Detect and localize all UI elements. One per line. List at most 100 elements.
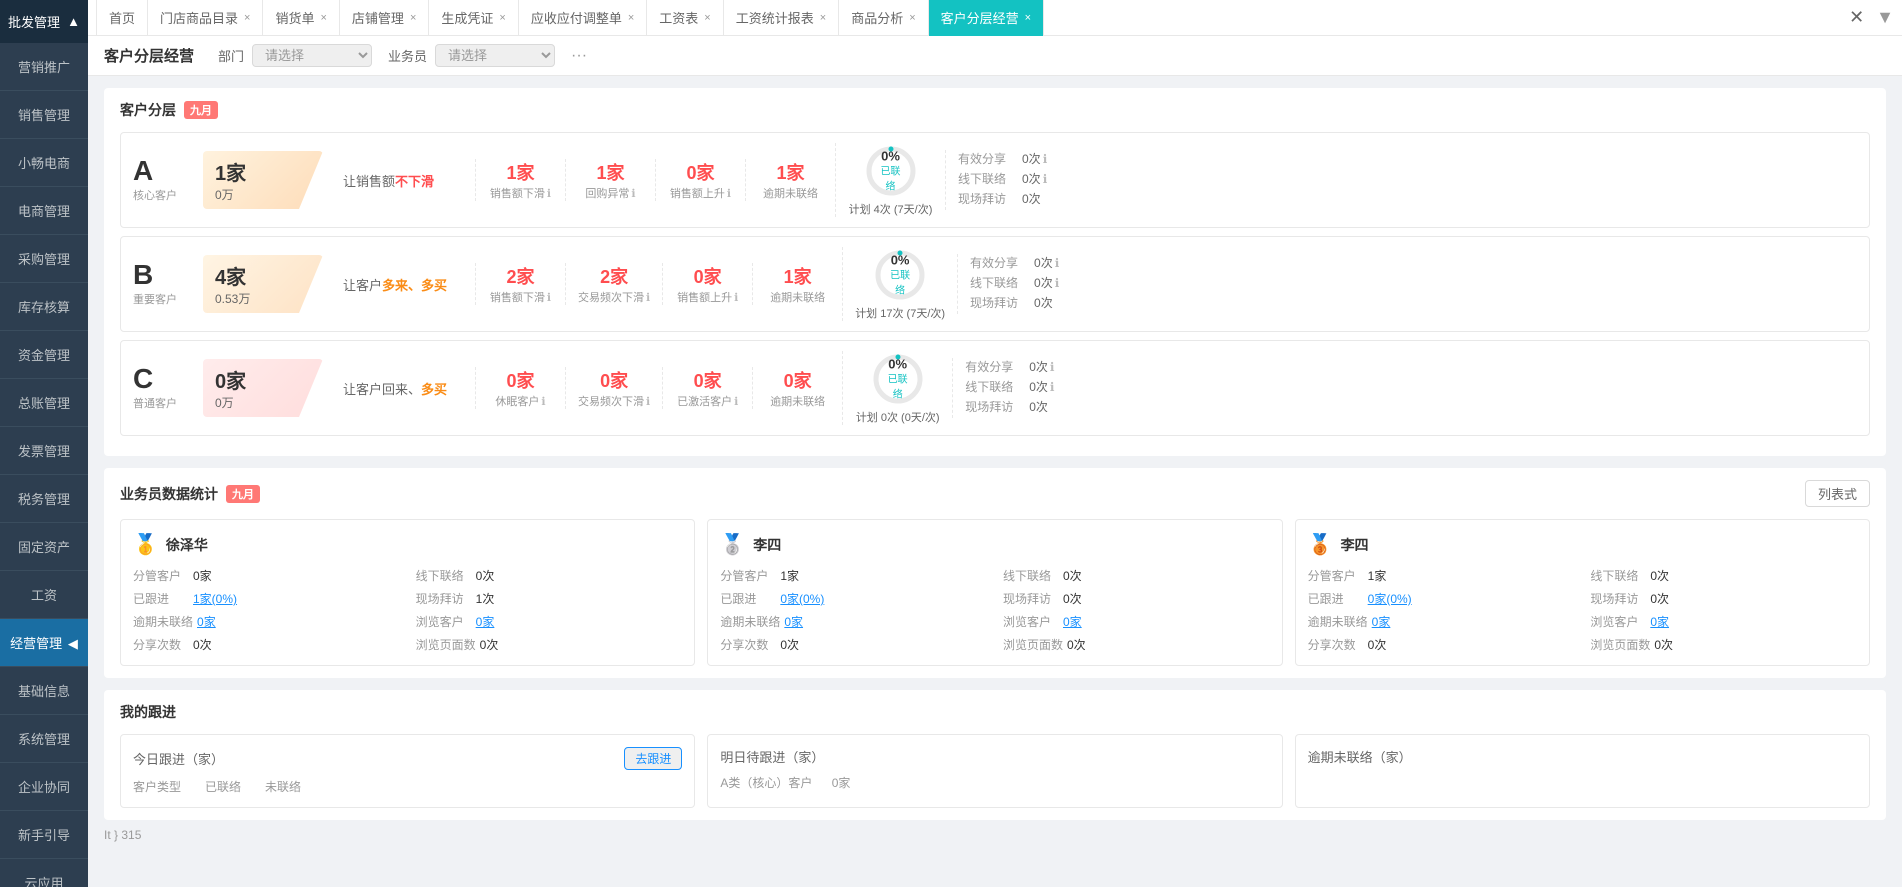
tab-close-product-analysis[interactable]: ×: [909, 12, 915, 24]
follow-card-title-0: 今日跟进（家） 去跟进: [133, 747, 682, 770]
biz-card-header-1: 🥈 李四: [720, 532, 1269, 557]
tab-close-store-products[interactable]: ×: [244, 12, 250, 24]
sidebar-item-xcdsh[interactable]: 小畅电商: [0, 139, 88, 187]
tier-overdue-b: 1家 逾期未联络: [752, 263, 842, 305]
biz-select[interactable]: 请选择: [435, 44, 555, 67]
tab-close-store-mgmt[interactable]: ×: [410, 12, 416, 24]
tab-product-analysis[interactable]: 商品分析 ×: [839, 0, 928, 36]
tab-gen-voucher[interactable]: 生成凭证 ×: [429, 0, 518, 36]
tab-menu-icon[interactable]: ▼: [1876, 7, 1894, 28]
tab-home[interactable]: 首页: [96, 0, 148, 36]
tier-stat-b-3: 0家 销售额上升 ℹ: [662, 263, 752, 305]
follow-card-title-2: 逾期未联络（家）: [1308, 747, 1857, 766]
sidebar-item-jcxx[interactable]: 基础信息: [0, 667, 88, 715]
tab-close-customer-tier[interactable]: ×: [1025, 12, 1031, 24]
follow-section: 我的跟进 今日跟进（家） 去跟进 客户类型 已联络 未联络 明日待跟进（家）: [104, 690, 1886, 820]
follow-sub-labels: 客户类型 已联络 未联络: [133, 778, 682, 795]
sidebar-item-gdzy[interactable]: 固定资产: [0, 523, 88, 571]
sidebar-item-fpgl[interactable]: 发票管理: [0, 427, 88, 475]
tab-store-mgmt[interactable]: 店铺管理 ×: [340, 0, 429, 36]
biz-stats-grid-2: 分管客户 1家 线下联络 0次 已跟进 0家(0%) 现场拜访: [1308, 567, 1857, 653]
tier-count-b: 4家 0.53万: [203, 255, 323, 313]
follow-card-1: 明日待跟进（家） A类（核心）客户 0家: [707, 734, 1282, 808]
tab-store-products[interactable]: 门店商品目录 ×: [148, 0, 263, 36]
follow-card-0: 今日跟进（家） 去跟进 客户类型 已联络 未联络: [120, 734, 695, 808]
filter-dept: 部门 请选择: [218, 44, 372, 67]
tier-overdue-a: 1家 逾期未联络: [745, 159, 835, 201]
tab-bar: 首页 门店商品目录 × 销货单 × 店铺管理 × 生成凭证 × 应收应付调整单 …: [88, 0, 1902, 36]
tier-count-c: 0家 0万: [203, 359, 323, 417]
sidebar-item-xsyd[interactable]: 新手引导: [0, 811, 88, 859]
tab-payroll[interactable]: 工资表 ×: [647, 0, 723, 36]
info-icon: ℹ: [547, 187, 551, 200]
biz-card-header-0: 🥇 徐泽华: [133, 532, 682, 557]
tier-label-c: C 普通客户: [133, 365, 203, 411]
biz-month-badge: 九月: [226, 485, 260, 503]
sidebar-item-kchx[interactable]: 库存核算: [0, 283, 88, 331]
follow-grid: 今日跟进（家） 去跟进 客户类型 已联络 未联络 明日待跟进（家） A类（核心）…: [120, 734, 1870, 808]
tier-overdue-c: 0家 逾期未联络: [752, 367, 842, 409]
dept-select[interactable]: 请选择: [252, 44, 372, 67]
sidebar-header[interactable]: 批发管理 ▲: [0, 0, 88, 43]
tier-row-b: B 重要客户 4家 0.53万 让客户多来、多买 2家 销售额下滑 ℹ: [120, 236, 1870, 332]
tab-close-payroll[interactable]: ×: [704, 12, 710, 24]
sidebar-item-yyyg[interactable]: 云应用: [0, 859, 88, 887]
follow-card-title-1: 明日待跟进（家）: [720, 747, 1269, 766]
tier-stat-a-1: 1家 销售额下滑 ℹ: [475, 159, 565, 201]
biz-stat-row: 分管客户 0家: [133, 567, 400, 584]
sidebar-item-swgl[interactable]: 税务管理: [0, 475, 88, 523]
tier-action-c: 让客户回来、多买: [335, 379, 475, 398]
sidebar-item-qyxt[interactable]: 企业协同: [0, 763, 88, 811]
tier-action-a: 让销售额不下滑: [335, 171, 475, 190]
biz-stat-row: 已跟进 1家(0%): [133, 590, 400, 607]
tab-payroll-report[interactable]: 工资统计报表 ×: [724, 0, 839, 36]
sidebar-header-label: 批发管理: [8, 12, 60, 31]
biz-stats-grid-0: 分管客户 0家 线下联络 0次 已跟进 1家(0%) 现场拜访: [133, 567, 682, 653]
tier-action-b: 让客户多来、多买: [335, 275, 475, 294]
biz-stats-grid-1: 分管客户 1家 线下联络 0次 已跟进 0家(0%) 现场拜访: [720, 567, 1269, 653]
biz-grid: 🥇 徐泽华 分管客户 0家 线下联络 0次 已跟进: [120, 519, 1870, 666]
sidebar-item-zzgl[interactable]: 总账管理: [0, 379, 88, 427]
tier-right-stats-a: 有效分享 0次 ℹ 线下联络 0次 ℹ 现场拜访 0次: [945, 150, 1857, 210]
tier-right-stats-b: 有效分享 0次 ℹ 线下联络 0次 ℹ 现场拜访 0次: [957, 254, 1857, 314]
main-area: 首页 门店商品目录 × 销货单 × 店铺管理 × 生成凭证 × 应收应付调整单 …: [88, 0, 1902, 887]
sidebar-item-cggl[interactable]: 采购管理: [0, 235, 88, 283]
sidebar-item-yxtt[interactable]: 营销推广: [0, 43, 88, 91]
tab-sales-order[interactable]: 销货单 ×: [263, 0, 339, 36]
sidebar-item-xtgl[interactable]: 系统管理: [0, 715, 88, 763]
tier-stat-c-2: 0家 交易频次下滑 ℹ: [565, 367, 662, 409]
tab-customer-tier[interactable]: 客户分层经营 ×: [929, 0, 1044, 36]
tab-close-all[interactable]: ✕: [1841, 7, 1872, 28]
biz-stat-row: 逾期未联络 0家: [133, 613, 400, 630]
medal-bronze-icon: 🥉: [1308, 532, 1333, 557]
list-view-button[interactable]: 列表式: [1805, 480, 1870, 507]
tier-stat-c-3: 0家 已激活客户 ℹ: [662, 367, 752, 409]
tab-close-ar-ap-adj[interactable]: ×: [628, 12, 634, 24]
info-icon-3: ℹ: [727, 187, 731, 200]
tier-label-b: B 重要客户: [133, 261, 203, 307]
go-follow-button[interactable]: 去跟进: [624, 747, 682, 770]
filter-more-icon[interactable]: ···: [571, 47, 587, 65]
biz-label: 业务员: [388, 46, 427, 65]
sidebar-item-gz[interactable]: 工资: [0, 571, 88, 619]
biz-section: 业务员数据统计 九月 列表式 🥇 徐泽华 分管客户 0家: [104, 468, 1886, 678]
tier-circle-b: 0% 已联络 计划 17次 (7天/次): [842, 247, 957, 321]
follow-card-2: 逾期未联络（家）: [1295, 734, 1870, 808]
biz-card-header-2: 🥉 李四: [1308, 532, 1857, 557]
tab-close-payroll-report[interactable]: ×: [820, 12, 826, 24]
tab-close-gen-voucher[interactable]: ×: [499, 12, 505, 24]
sidebar-item-dsgл[interactable]: 电商管理: [0, 187, 88, 235]
tab-ar-ap-adj[interactable]: 应收应付调整单 ×: [519, 0, 647, 36]
tier-stat-b-2: 2家 交易频次下滑 ℹ: [565, 263, 662, 305]
biz-stat-row: 现场拜访 1次: [416, 590, 683, 607]
medal-silver-icon: 🥈: [720, 532, 745, 557]
sidebar-item-zjgl[interactable]: 资金管理: [0, 331, 88, 379]
sidebar-item-jygl[interactable]: 经营管理 ◀: [0, 619, 88, 667]
biz-card-1: 🥈 李四 分管客户 1家 线下联络 0次 已跟进: [707, 519, 1282, 666]
tier-count-a: 1家 0万: [203, 151, 323, 209]
biz-stat-row: 分享次数 0次: [133, 636, 400, 653]
sidebar-item-xsgl[interactable]: 销售管理: [0, 91, 88, 139]
content-body: 客户分层 九月 A 核心客户 1家 0万 让销售额不下滑 1家: [88, 76, 1902, 887]
tab-close-sales-order[interactable]: ×: [320, 12, 326, 24]
sidebar-collapse-icon[interactable]: ▲: [67, 14, 80, 29]
